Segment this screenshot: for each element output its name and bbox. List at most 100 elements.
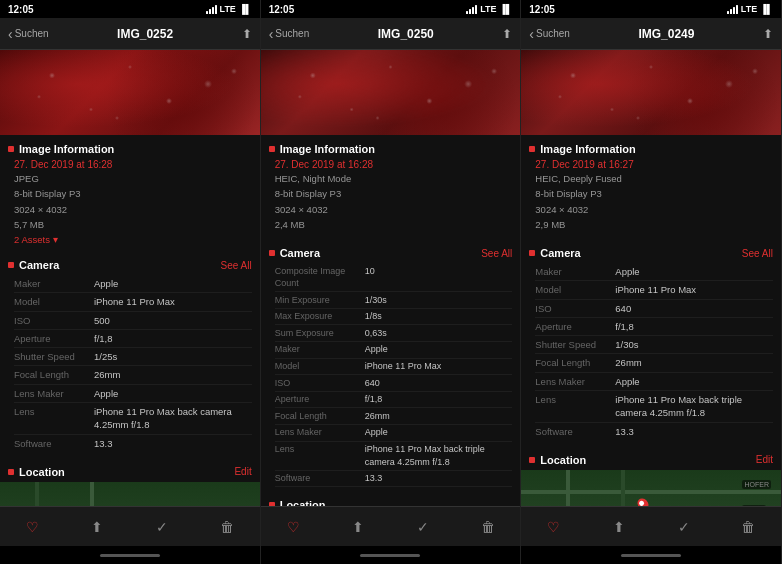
- photo-thumbnail-right: [521, 50, 781, 135]
- image-info-header-left: Image Information: [0, 135, 260, 159]
- camera-row-lens-maker: Lens Maker Apple: [14, 385, 252, 403]
- back-button-middle[interactable]: Suchen: [269, 26, 310, 42]
- rcam-row-model: Model iPhone 11 Pro Max: [535, 281, 773, 299]
- scroll-content-left[interactable]: Image Information 27. Dec 2019 at 16:28 …: [0, 135, 260, 506]
- cam-row-2: Max Exposure 1/8s: [275, 309, 513, 326]
- home-bar-right: [621, 554, 681, 557]
- status-bar-middle: 12:05 LTE ▐▌: [261, 0, 521, 18]
- share-toolbar-btn-right[interactable]: ⬆: [605, 513, 633, 541]
- home-indicator-left: [0, 546, 260, 564]
- assets-arrow-left: [53, 234, 58, 245]
- map-area-left[interactable]: [0, 482, 260, 506]
- image-size-left: 5,7 MB: [14, 218, 252, 232]
- nav-title-left: IMG_0252: [49, 27, 242, 41]
- favorite-button-middle[interactable]: ♡: [279, 513, 307, 541]
- location-title-right: Location: [540, 454, 750, 466]
- rcam-row-iso: ISO 640: [535, 300, 773, 318]
- image-date-right: 27. Dec 2019 at 16:27: [535, 159, 773, 170]
- camera-row-maker: Maker Apple: [14, 275, 252, 293]
- toolbar-left: ♡ ⬆ ✓ 🗑: [0, 506, 260, 546]
- scroll-content-middle[interactable]: Image Information 27. Dec 2019 at 16:28 …: [261, 135, 521, 506]
- rcam-row-maker: Maker Apple: [535, 263, 773, 281]
- section-dot-left: [8, 146, 14, 152]
- image-info-block-right: 27. Dec 2019 at 16:27 HEIC, Deeply Fused…: [521, 159, 781, 239]
- nav-title-right: IMG_0249: [570, 27, 763, 41]
- share-button-right[interactable]: ⬆: [763, 27, 773, 41]
- image-info-header-right: Image Information: [521, 135, 781, 159]
- camera-see-all-right[interactable]: See All: [742, 248, 773, 259]
- camera-see-all-left[interactable]: See All: [221, 260, 252, 271]
- status-icons-middle: LTE ▐▌: [466, 4, 512, 14]
- home-indicator-middle: [261, 546, 521, 564]
- status-icons-left: LTE ▐▌: [206, 4, 252, 14]
- image-date-middle: 27. Dec 2019 at 16:28: [275, 159, 513, 170]
- camera-dot-middle: [269, 250, 275, 256]
- camera-row-focal: Focal Length 26mm: [14, 366, 252, 384]
- camera-row-shutter: Shutter Speed 1/25s: [14, 348, 252, 366]
- camera-info-right: Maker Apple Model iPhone 11 Pro Max ISO …: [521, 263, 781, 446]
- delete-button-right[interactable]: 🗑: [734, 513, 762, 541]
- delete-button-left[interactable]: 🗑: [213, 513, 241, 541]
- image-date-left: 27. Dec 2019 at 16:28: [14, 159, 252, 170]
- signal-icon-right: [727, 5, 738, 14]
- location-edit-right[interactable]: Edit: [756, 454, 773, 465]
- image-colorspace-middle: 8-bit Display P3: [275, 187, 513, 201]
- lte-label-right: LTE: [741, 4, 757, 14]
- delete-button-middle[interactable]: 🗑: [474, 513, 502, 541]
- image-info-title-middle: Image Information: [280, 143, 513, 155]
- camera-row-software: Software 13.3: [14, 435, 252, 452]
- check-button-right[interactable]: ✓: [670, 513, 698, 541]
- camera-title-right: Camera: [540, 247, 737, 259]
- camera-see-all-middle[interactable]: See All: [481, 248, 512, 259]
- assets-link-left[interactable]: 2 Assets: [14, 234, 58, 245]
- image-info-title-right: Image Information: [540, 143, 773, 155]
- camera-row-iso: ISO 500: [14, 312, 252, 330]
- nav-title-middle: IMG_0250: [309, 27, 502, 41]
- location-dot-left: [8, 469, 14, 475]
- share-button-left[interactable]: ⬆: [242, 27, 252, 41]
- image-format-left: JPEG: [14, 172, 252, 186]
- image-format-middle: HEIC, Night Mode: [275, 172, 513, 186]
- location-edit-left[interactable]: Edit: [234, 466, 251, 477]
- section-dot-right: [529, 146, 535, 152]
- share-toolbar-btn-middle[interactable]: ⬆: [344, 513, 372, 541]
- check-button-left[interactable]: ✓: [148, 513, 176, 541]
- status-bar-left: 12:05 LTE ▐▌: [0, 0, 260, 18]
- camera-title-left: Camera: [19, 259, 216, 271]
- check-button-middle[interactable]: ✓: [409, 513, 437, 541]
- image-info-block-left: 27. Dec 2019 at 16:28 JPEG 8-bit Display…: [0, 159, 260, 251]
- back-label-left: Suchen: [15, 28, 49, 39]
- back-button-left[interactable]: Suchen: [8, 26, 49, 42]
- scroll-content-right[interactable]: Image Information 27. Dec 2019 at 16:27 …: [521, 135, 781, 506]
- map-area-right[interactable]: Shell HOFER © electric.com: [521, 470, 781, 506]
- rcam-row-shutter: Shutter Speed 1/30s: [535, 336, 773, 354]
- share-toolbar-btn-left[interactable]: ⬆: [83, 513, 111, 541]
- camera-info-left: Maker Apple Model iPhone 11 Pro Max ISO …: [0, 275, 260, 458]
- back-button-right[interactable]: Suchen: [529, 26, 570, 42]
- photo-thumbnail-middle: [261, 50, 521, 135]
- camera-row-lens: Lens iPhone 11 Pro Max back camera 4.25m…: [14, 403, 252, 435]
- rcam-row-focal: Focal Length 26mm: [535, 354, 773, 372]
- signal-icon-left: [206, 5, 217, 14]
- camera-header-left: Camera See All: [0, 251, 260, 275]
- location-title-left: Location: [19, 466, 229, 478]
- chevron-left-icon-right: [529, 26, 534, 42]
- status-bar-right: 12:05 LTE ▐▌: [521, 0, 781, 18]
- cam-row-9: Lens Maker Apple: [275, 425, 513, 442]
- image-resolution-right: 3024 × 4032: [535, 203, 773, 217]
- cam-row-4: Maker Apple: [275, 342, 513, 359]
- favorite-button-left[interactable]: ♡: [18, 513, 46, 541]
- cam-row-8: Focal Length 26mm: [275, 408, 513, 425]
- camera-row-aperture: Aperture f/1,8: [14, 330, 252, 348]
- image-size-right: 2,9 MB: [535, 218, 773, 232]
- battery-icon-left: ▐▌: [239, 4, 252, 14]
- status-icons-right: LTE ▐▌: [727, 4, 773, 14]
- share-button-middle[interactable]: ⬆: [502, 27, 512, 41]
- lte-label-left: LTE: [220, 4, 236, 14]
- cam-row-10: Lens iPhone 11 Pro Max back triple camer…: [275, 442, 513, 471]
- cam-row-5: Model iPhone 11 Pro Max: [275, 359, 513, 376]
- cam-row-1: Min Exposure 1/30s: [275, 292, 513, 309]
- location-header-middle: Location: [261, 491, 521, 506]
- favorite-button-right[interactable]: ♡: [540, 513, 568, 541]
- camera-dot-left: [8, 262, 14, 268]
